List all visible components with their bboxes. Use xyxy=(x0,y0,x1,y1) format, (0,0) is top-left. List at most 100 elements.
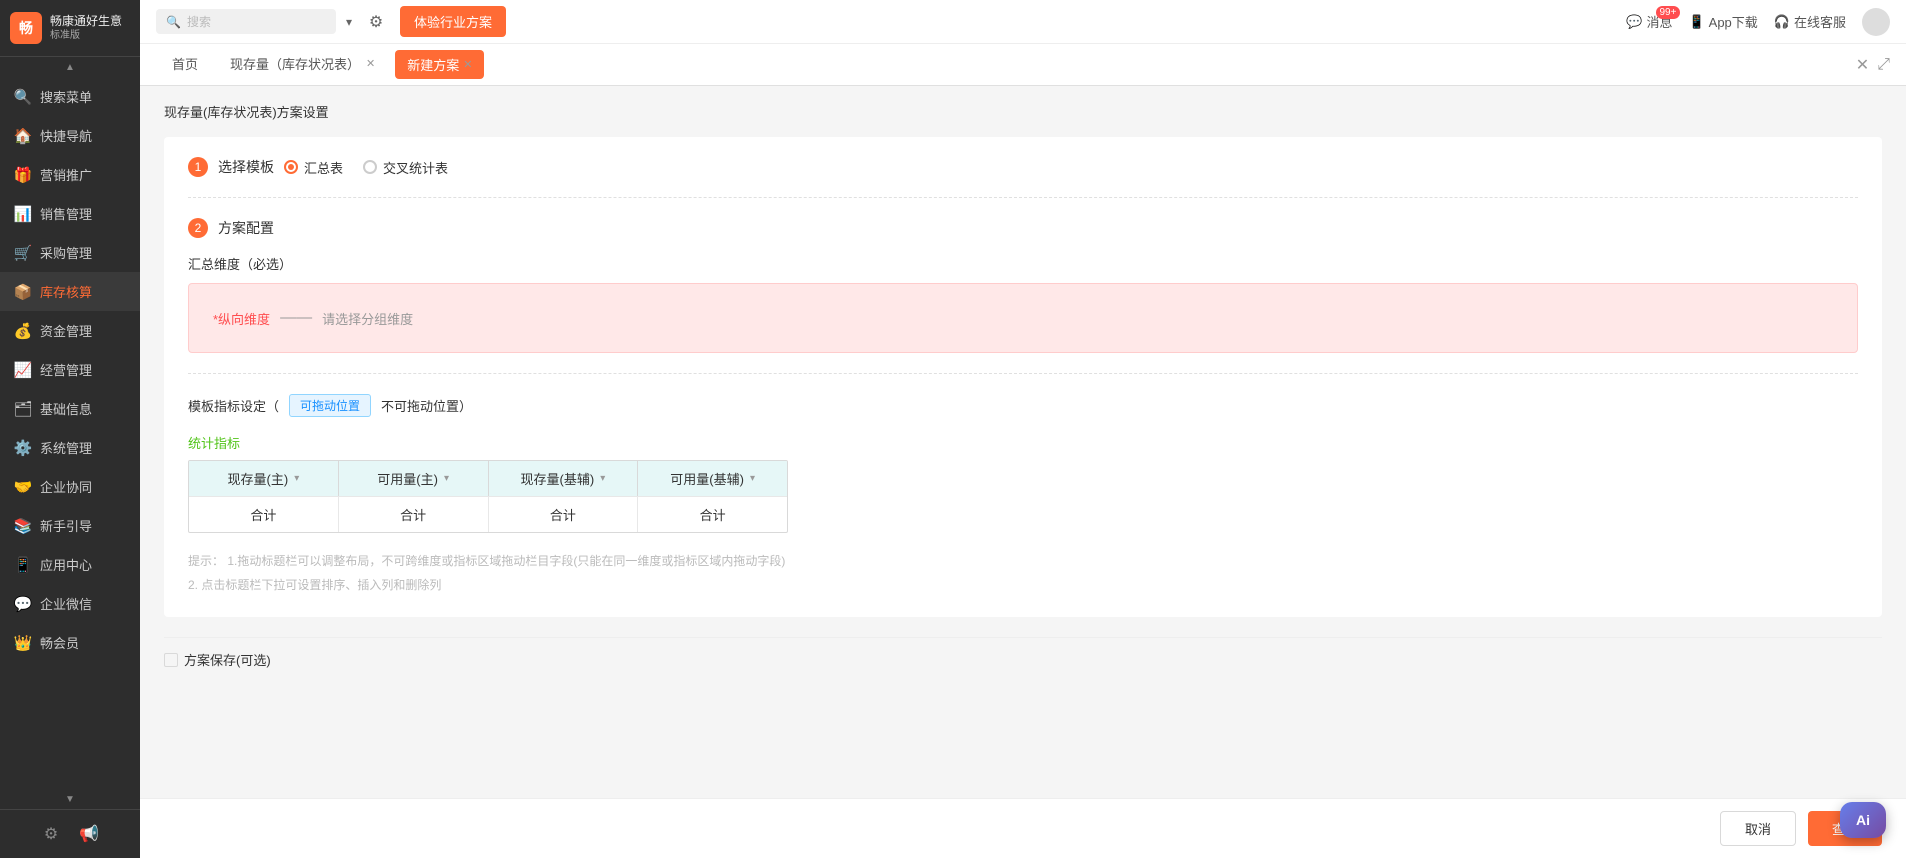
topbar-right: 💬 消息 99+ 📱 App下载 🎧 在线客服 xyxy=(1626,8,1890,36)
sidebar: 畅 畅康通好生意 标准版 ▲ 🔍 搜索菜单 🏠 快捷导航 🎁 营销推广 📊 销售… xyxy=(0,0,140,858)
message-badge: 99+ xyxy=(1656,6,1681,19)
tab-new-label: 新建方案 xyxy=(407,55,459,74)
sidebar-item-sales[interactable]: 📊 销售管理 xyxy=(0,194,140,233)
topbar-message[interactable]: 💬 消息 99+ xyxy=(1626,12,1672,31)
header-cell-1[interactable]: 可用量(主) ▾ xyxy=(339,461,489,496)
body-cell-0-0: 合计 xyxy=(189,497,339,532)
sidebar-item-label: 新手引导 xyxy=(40,516,92,535)
tab-inventory-status[interactable]: 现存量（库存状况表） ✕ xyxy=(214,44,391,85)
tab-new-close[interactable]: ✕ xyxy=(463,58,472,71)
sidebar-item-quicknav[interactable]: 🏠 快捷导航 xyxy=(0,116,140,155)
sidebar-item-newguide[interactable]: 📚 新手引导 xyxy=(0,506,140,545)
tab-home[interactable]: 首页 xyxy=(156,44,214,85)
radio-summary-circle xyxy=(284,160,298,174)
hint-2: 2. 点击标题栏下拉可设置排序、插入列和删除列 xyxy=(188,573,1858,597)
sidebar-item-operations[interactable]: 📈 经营管理 xyxy=(0,350,140,389)
sidebar-item-finance[interactable]: 💰 资金管理 xyxy=(0,311,140,350)
sidebar-item-marketing[interactable]: 🎁 营销推广 xyxy=(0,155,140,194)
search-icon: 🔍 xyxy=(166,15,181,29)
ai-fab-button[interactable]: Ai xyxy=(1840,802,1886,838)
settings-icon[interactable]: ⚙ xyxy=(37,820,65,848)
sidebar-item-search[interactable]: 🔍 搜索菜单 xyxy=(0,77,140,116)
handshake-icon: 🤝 xyxy=(14,478,32,496)
sidebar-item-label: 企业协同 xyxy=(40,477,92,496)
dimension-required-marker: *纵向维度 xyxy=(213,309,270,328)
save-checkbox[interactable] xyxy=(164,653,178,667)
sidebar-item-label: 资金管理 xyxy=(40,321,92,340)
logo-text: 畅康通好生意 标准版 xyxy=(50,14,122,43)
tab-home-label: 首页 xyxy=(172,54,198,73)
main-area: 🔍 搜索 ▾ ⚙ 体验行业方案 💬 消息 99+ 📱 App下载 🎧 在线客服 xyxy=(140,0,1906,858)
user-avatar[interactable] xyxy=(1862,8,1890,36)
topbar-search-box[interactable]: 🔍 搜索 xyxy=(156,9,336,34)
sidebar-scroll-up[interactable]: ▲ xyxy=(0,57,140,77)
sidebar-item-inventory[interactable]: 📦 库存核算 xyxy=(0,272,140,311)
tabs-right-controls: ✕ ⤢ xyxy=(1856,55,1890,75)
sidebar-item-label: 搜索菜单 xyxy=(40,87,92,106)
logo-icon: 畅 xyxy=(10,12,42,44)
topbar-online-service[interactable]: 🎧 在线客服 xyxy=(1774,12,1846,31)
sidebar-item-label: 库存核算 xyxy=(40,282,92,301)
header-cell-0[interactable]: 现存量(主) ▾ xyxy=(189,461,339,496)
topbar-dropdown[interactable]: ▾ xyxy=(346,15,352,29)
sidebar-item-system[interactable]: ⚙️ 系统管理 xyxy=(0,428,140,467)
header-label-2: 现存量(基辅) xyxy=(521,469,595,488)
body-cell-0-1: 合计 xyxy=(339,497,489,532)
radio-summary-table[interactable]: 汇总表 xyxy=(284,158,343,177)
sidebar-item-member[interactable]: 👑 畅会员 xyxy=(0,623,140,662)
tab-new-scheme[interactable]: 新建方案 ✕ xyxy=(395,50,484,79)
app-logo: 畅 畅康通好生意 标准版 xyxy=(0,0,140,57)
sidebar-item-label: 畅会员 xyxy=(40,633,79,652)
tab-inventory-label: 现存量（库存状况表） xyxy=(230,54,360,73)
tab-inventory-close[interactable]: ✕ xyxy=(366,57,375,70)
message-icon: 💬 xyxy=(1626,14,1642,30)
gift-icon: 🎁 xyxy=(14,166,32,184)
stats-table-header: 现存量(主) ▾ 可用量(主) ▾ 现存量(基辅) ▾ 可用量(基辅) ▾ xyxy=(189,461,787,496)
section2-num: 2 xyxy=(188,218,208,238)
chip-movable: 可拖动位置 xyxy=(289,394,371,417)
chevron-down-icon-2: ▾ xyxy=(600,473,605,484)
tab-bar: 首页 现存量（库存状况表） ✕ 新建方案 ✕ ✕ ⤢ xyxy=(140,44,1906,86)
save-option-row: 方案保存(可选) xyxy=(164,637,1882,681)
sidebar-item-label: 经营管理 xyxy=(40,360,92,379)
topbar: 🔍 搜索 ▾ ⚙ 体验行业方案 💬 消息 99+ 📱 App下载 🎧 在线客服 xyxy=(140,0,1906,44)
tab-expand-icon[interactable]: ⤢ xyxy=(1877,56,1890,74)
crown-icon: 👑 xyxy=(14,634,32,652)
header-cell-2[interactable]: 现存量(基辅) ▾ xyxy=(489,461,639,496)
chevron-down-icon-3: ▾ xyxy=(750,473,755,484)
sidebar-item-appcenter[interactable]: 📱 应用中心 xyxy=(0,545,140,584)
save-option-label: 方案保存(可选) xyxy=(184,650,271,669)
body-cell-0-2: 合计 xyxy=(489,497,639,532)
topbar-gear-icon[interactable]: ⚙ xyxy=(362,8,390,36)
dimension-placeholder: 请选择分组维度 xyxy=(322,309,413,328)
sidebar-item-purchase[interactable]: 🛒 采购管理 xyxy=(0,233,140,272)
sidebar-bottom: ⚙ 📢 xyxy=(0,809,140,858)
sidebar-item-wecom[interactable]: 💬 企业微信 xyxy=(0,584,140,623)
chevron-down-icon: ▾ xyxy=(346,15,352,29)
indicator-label: 模板指标设定（ xyxy=(188,396,279,415)
tab-close-all-icon[interactable]: ✕ xyxy=(1856,55,1869,75)
search-placeholder: 搜索 xyxy=(187,13,211,30)
header-cell-3[interactable]: 可用量(基辅) ▾ xyxy=(638,461,787,496)
hint-section: 提示： 1.拖动标题栏可以调整布局，不可跨维度或指标区域拖动栏目字段(只能在同一… xyxy=(188,549,1858,597)
sidebar-item-collab[interactable]: 🤝 企业协同 xyxy=(0,467,140,506)
dimension-arrow: —— xyxy=(280,309,312,327)
try-industry-button[interactable]: 体验行业方案 xyxy=(400,6,506,37)
folder-icon: 🗂 xyxy=(14,400,32,418)
cancel-button[interactable]: 取消 xyxy=(1720,811,1796,846)
radio-crosstab[interactable]: 交叉统计表 xyxy=(363,158,448,177)
indicator-fixed-label: 不可拖动位置） xyxy=(381,396,472,415)
sidebar-item-label: 营销推广 xyxy=(40,165,92,184)
template-radio-group: 汇总表 交叉统计表 xyxy=(284,158,448,177)
speaker-icon[interactable]: 📢 xyxy=(75,820,103,848)
settings-panel: 1 选择模板 汇总表 交叉统计表 2 方案配置 xyxy=(164,137,1882,617)
hint-title: 提示： 1.拖动标题栏可以调整布局，不可跨维度或指标区域拖动栏目字段(只能在同一… xyxy=(188,549,1858,573)
sidebar-scroll-down[interactable]: ▼ xyxy=(0,789,140,809)
dimension-label: 汇总维度（必选） xyxy=(188,254,1858,273)
chat-icon: 💬 xyxy=(14,595,32,613)
chart-icon: 📊 xyxy=(14,205,32,223)
sidebar-item-basicinfo[interactable]: 🗂 基础信息 xyxy=(0,389,140,428)
trend-icon: 📈 xyxy=(14,361,32,379)
topbar-app-download[interactable]: 📱 App下载 xyxy=(1688,12,1757,31)
dimension-box[interactable]: *纵向维度 —— 请选择分组维度 xyxy=(188,283,1858,353)
